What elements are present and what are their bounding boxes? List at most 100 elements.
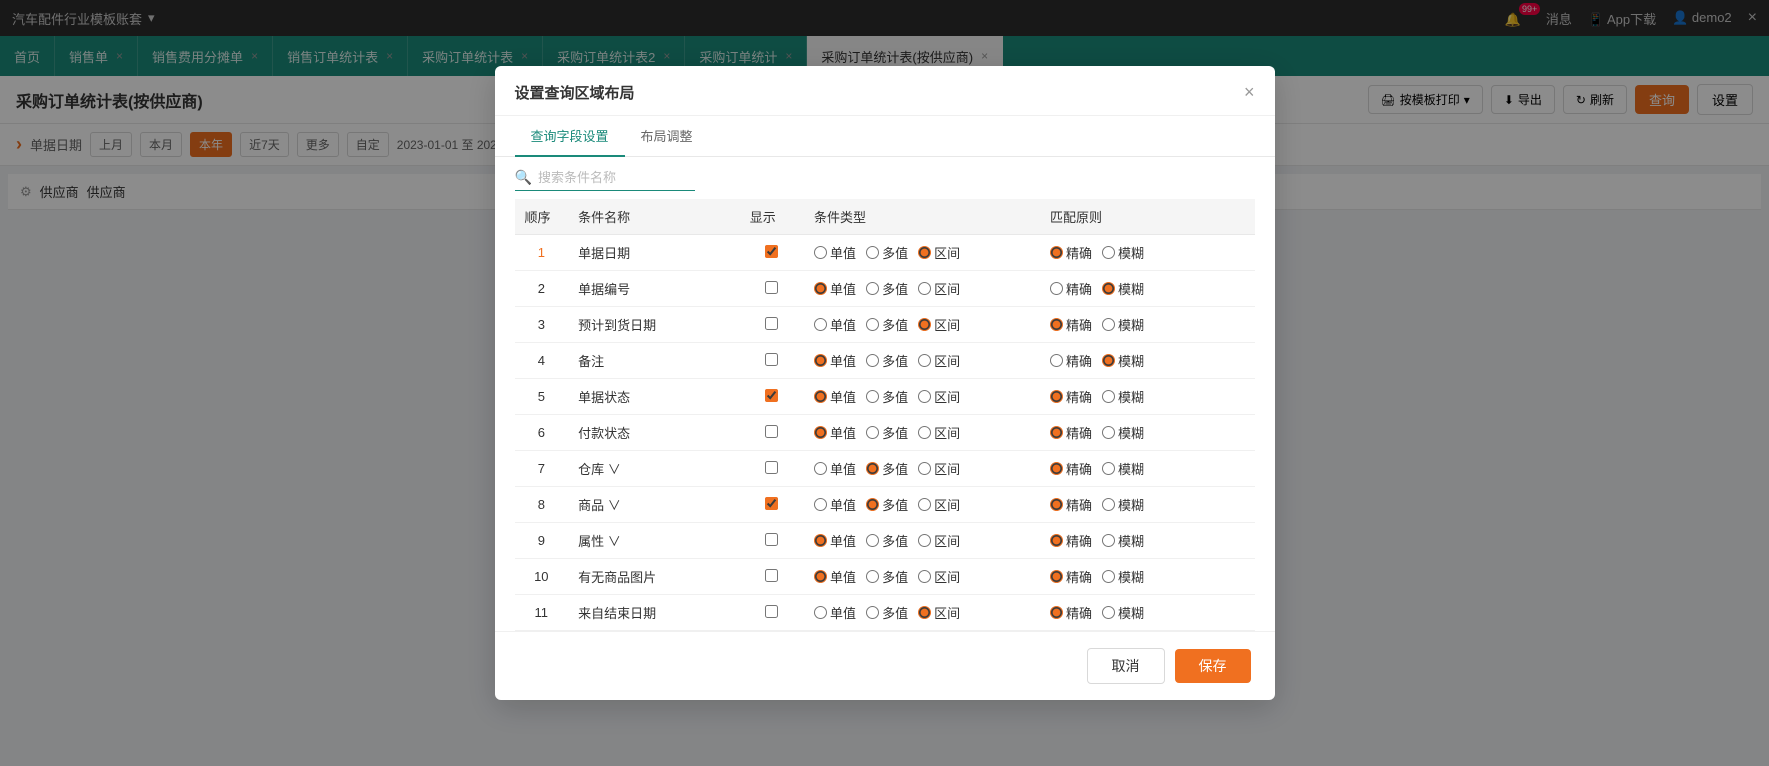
- type-radio-multi[interactable]: 多值: [866, 603, 908, 622]
- type-radio-range[interactable]: 区间: [918, 279, 960, 298]
- type-radio-input-range[interactable]: [918, 426, 931, 439]
- type-radio-input-single[interactable]: [814, 318, 827, 331]
- match-radio-input-fuzzy[interactable]: [1102, 534, 1115, 547]
- show-checkbox[interactable]: [765, 461, 778, 474]
- match-radio-input-exact[interactable]: [1050, 570, 1063, 583]
- match-radio-exact[interactable]: 精确: [1050, 495, 1092, 514]
- show-checkbox[interactable]: [765, 389, 778, 402]
- type-radio-multi[interactable]: 多值: [866, 459, 908, 478]
- match-radio-fuzzy[interactable]: 模糊: [1102, 243, 1144, 262]
- type-radio-single[interactable]: 单值: [814, 495, 856, 514]
- type-radio-single[interactable]: 单值: [814, 567, 856, 586]
- match-radio-fuzzy[interactable]: 模糊: [1102, 603, 1144, 622]
- match-radio-input-exact[interactable]: [1050, 246, 1063, 259]
- match-radio-exact[interactable]: 精确: [1050, 603, 1092, 622]
- show-checkbox-label[interactable]: [765, 354, 778, 369]
- type-radio-multi[interactable]: 多值: [866, 567, 908, 586]
- match-radio-fuzzy[interactable]: 模糊: [1102, 387, 1144, 406]
- modal-close-button[interactable]: ×: [1244, 82, 1255, 103]
- match-radio-exact[interactable]: 精确: [1050, 315, 1092, 334]
- show-checkbox[interactable]: [765, 497, 778, 510]
- match-radio-exact[interactable]: 精确: [1050, 423, 1092, 442]
- type-radio-range[interactable]: 区间: [918, 351, 960, 370]
- type-radio-input-single[interactable]: [814, 426, 827, 439]
- match-radio-input-exact[interactable]: [1050, 462, 1063, 475]
- match-radio-exact[interactable]: 精确: [1050, 351, 1092, 370]
- type-radio-input-range[interactable]: [918, 318, 931, 331]
- type-radio-input-single[interactable]: [814, 606, 827, 619]
- type-radio-input-multi[interactable]: [866, 534, 879, 547]
- show-checkbox-label[interactable]: [765, 606, 778, 621]
- show-checkbox-label[interactable]: [765, 570, 778, 585]
- type-radio-input-single[interactable]: [814, 534, 827, 547]
- type-radio-input-multi[interactable]: [866, 462, 879, 475]
- type-radio-input-range[interactable]: [918, 390, 931, 403]
- type-radio-input-range[interactable]: [918, 246, 931, 259]
- match-radio-exact[interactable]: 精确: [1050, 567, 1092, 586]
- type-radio-multi[interactable]: 多值: [866, 387, 908, 406]
- match-radio-exact[interactable]: 精确: [1050, 459, 1092, 478]
- type-radio-input-range[interactable]: [918, 354, 931, 367]
- match-radio-fuzzy[interactable]: 模糊: [1102, 495, 1144, 514]
- match-radio-input-exact[interactable]: [1050, 318, 1063, 331]
- show-checkbox[interactable]: [765, 533, 778, 546]
- match-radio-input-fuzzy[interactable]: [1102, 606, 1115, 619]
- show-checkbox-label[interactable]: [765, 318, 778, 333]
- type-radio-input-single[interactable]: [814, 498, 827, 511]
- match-radio-input-fuzzy[interactable]: [1102, 426, 1115, 439]
- show-checkbox-label[interactable]: [765, 498, 778, 513]
- match-radio-input-fuzzy[interactable]: [1102, 282, 1115, 295]
- type-radio-range[interactable]: 区间: [918, 459, 960, 478]
- match-radio-input-exact[interactable]: [1050, 390, 1063, 403]
- match-radio-fuzzy[interactable]: 模糊: [1102, 459, 1144, 478]
- show-checkbox-label[interactable]: [765, 246, 778, 261]
- type-radio-input-multi[interactable]: [866, 318, 879, 331]
- type-radio-single[interactable]: 单值: [814, 603, 856, 622]
- show-checkbox-label[interactable]: [765, 390, 778, 405]
- show-checkbox-label[interactable]: [765, 462, 778, 477]
- show-checkbox[interactable]: [765, 281, 778, 294]
- type-radio-multi[interactable]: 多值: [866, 423, 908, 442]
- type-radio-range[interactable]: 区间: [918, 531, 960, 550]
- type-radio-input-range[interactable]: [918, 534, 931, 547]
- match-radio-exact[interactable]: 精确: [1050, 387, 1092, 406]
- show-checkbox[interactable]: [765, 569, 778, 582]
- type-radio-range[interactable]: 区间: [918, 243, 960, 262]
- type-radio-single[interactable]: 单值: [814, 315, 856, 334]
- show-checkbox-label[interactable]: [765, 534, 778, 549]
- match-radio-input-fuzzy[interactable]: [1102, 498, 1115, 511]
- type-radio-input-multi[interactable]: [866, 246, 879, 259]
- type-radio-input-range[interactable]: [918, 462, 931, 475]
- match-radio-exact[interactable]: 精确: [1050, 279, 1092, 298]
- type-radio-input-single[interactable]: [814, 462, 827, 475]
- tab-query-fields[interactable]: 查询字段设置: [515, 116, 625, 157]
- match-radio-input-fuzzy[interactable]: [1102, 318, 1115, 331]
- type-radio-input-range[interactable]: [918, 282, 931, 295]
- match-radio-input-exact[interactable]: [1050, 534, 1063, 547]
- type-radio-multi[interactable]: 多值: [866, 243, 908, 262]
- show-checkbox[interactable]: [765, 317, 778, 330]
- type-radio-input-single[interactable]: [814, 354, 827, 367]
- match-radio-fuzzy[interactable]: 模糊: [1102, 315, 1144, 334]
- type-radio-input-multi[interactable]: [866, 498, 879, 511]
- match-radio-input-exact[interactable]: [1050, 606, 1063, 619]
- type-radio-single[interactable]: 单值: [814, 423, 856, 442]
- match-radio-fuzzy[interactable]: 模糊: [1102, 567, 1144, 586]
- type-radio-single[interactable]: 单值: [814, 531, 856, 550]
- type-radio-multi[interactable]: 多值: [866, 495, 908, 514]
- show-checkbox[interactable]: [765, 245, 778, 258]
- type-radio-range[interactable]: 区间: [918, 315, 960, 334]
- show-checkbox-label[interactable]: [765, 426, 778, 441]
- type-radio-multi[interactable]: 多值: [866, 531, 908, 550]
- search-input[interactable]: [538, 170, 688, 185]
- type-radio-single[interactable]: 单值: [814, 459, 856, 478]
- type-radio-input-single[interactable]: [814, 570, 827, 583]
- type-radio-input-range[interactable]: [918, 606, 931, 619]
- type-radio-range[interactable]: 区间: [918, 387, 960, 406]
- tab-layout-adjust[interactable]: 布局调整: [625, 116, 709, 157]
- match-radio-fuzzy[interactable]: 模糊: [1102, 351, 1144, 370]
- type-radio-single[interactable]: 单值: [814, 243, 856, 262]
- type-radio-input-multi[interactable]: [866, 390, 879, 403]
- match-radio-input-fuzzy[interactable]: [1102, 570, 1115, 583]
- cancel-button[interactable]: 取消: [1087, 648, 1165, 684]
